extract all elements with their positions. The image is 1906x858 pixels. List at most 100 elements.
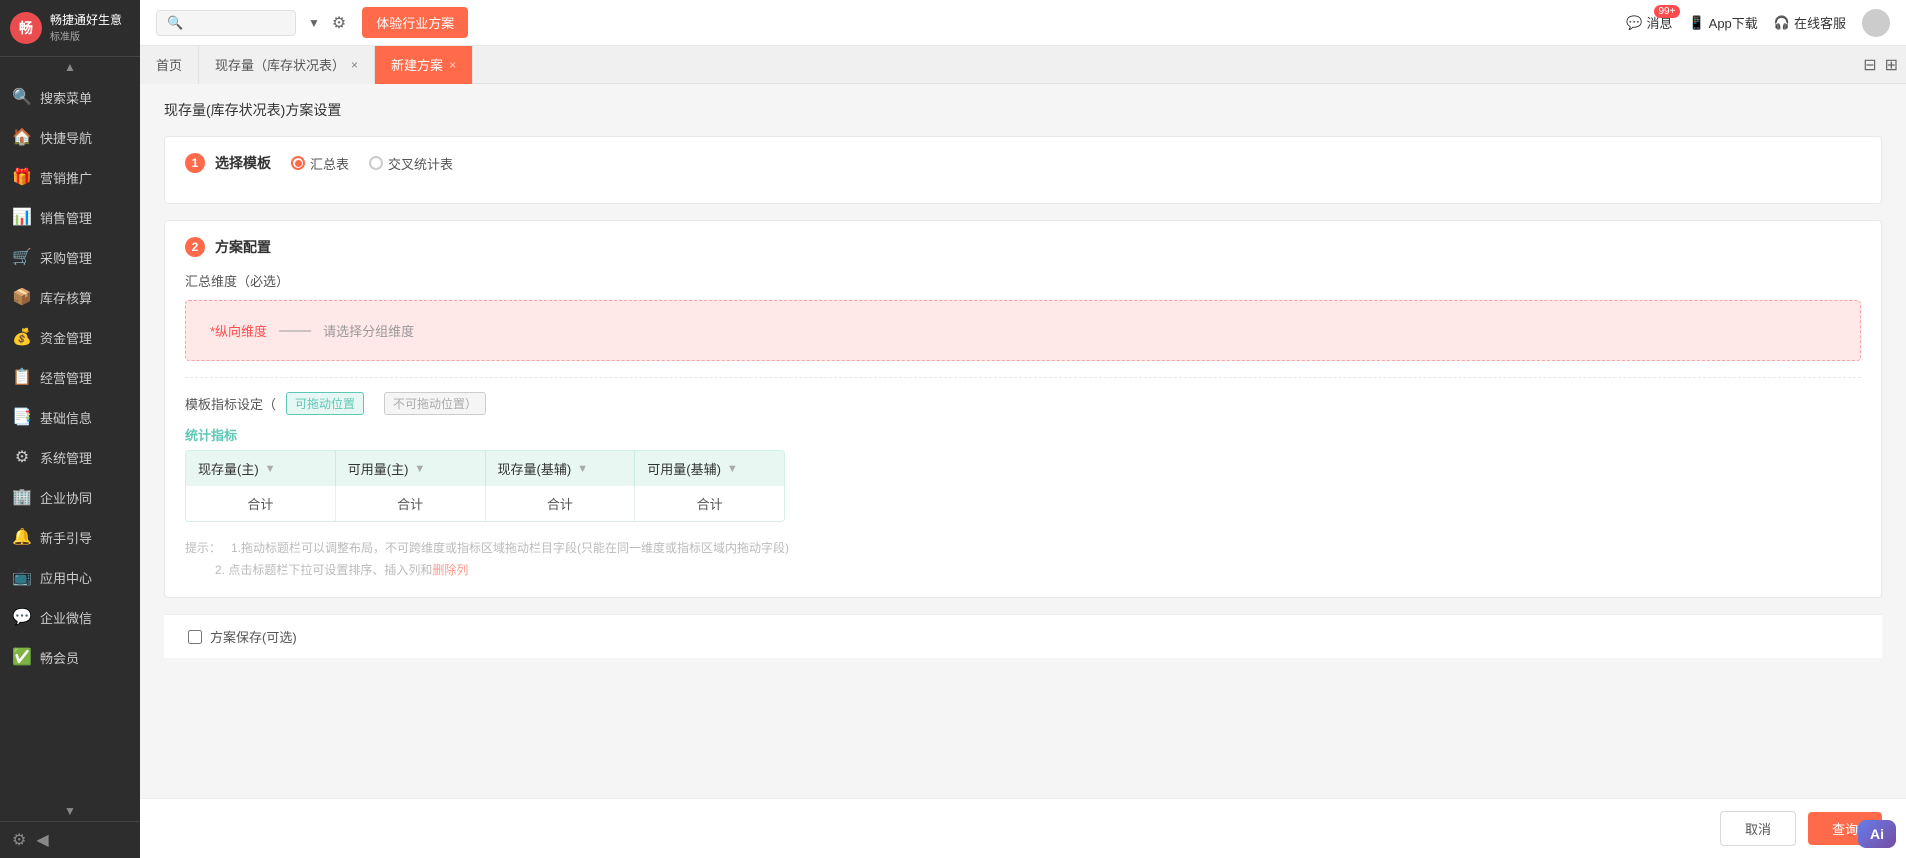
tab-expand-button[interactable]: ⊞ [1885,55,1898,75]
app-name: 畅捷通好生意 [50,13,122,29]
stat-table-header: 现存量(主) ▼ 可用量(主) ▼ 现存量(基辅) ▼ 可用量(基辅) ▼ [186,451,784,486]
sidebar-item-purchase[interactable]: 🛒 采购管理 [0,237,140,277]
stat-col-3-label: 现存量(基辅) [498,459,572,478]
sidebar-footer: ⚙ ◀ [0,821,140,858]
stat-col-2-label: 可用量(主) [348,459,409,478]
sidebar-item-inventory[interactable]: 📦 库存核算 [0,277,140,317]
building-icon: 🏢 [12,487,32,507]
chevron-down-icon-1: ▼ [265,463,276,475]
sidebar-scroll-up[interactable]: ▲ [0,57,140,77]
logo-icon: 畅 [10,12,42,44]
sidebar-item-member[interactable]: ✅ 畅会员 [0,637,140,677]
sidebar-label-purchase: 采购管理 [40,248,92,267]
chevron-down-icon-2: ▼ [414,463,425,475]
stat-table-body: 合计 合计 合计 合计 [186,486,784,521]
message-badge: 99+ [1654,5,1681,18]
ai-badge[interactable]: Ai [1858,820,1896,848]
drag-badge: 可拖动位置 [286,392,364,415]
step1-header: 1 选择模板 汇总表 交叉统计表 [185,153,1861,173]
doc-icon: 📑 [12,407,32,427]
tab-home-label: 首页 [156,55,182,74]
tab-minimize-button[interactable]: ⊟ [1863,55,1876,75]
radio-summary [291,156,305,170]
search-input[interactable] [189,16,279,30]
stat-cell-2: 合计 [336,486,486,521]
option-summary-label: 汇总表 [310,154,349,173]
save-scheme-row: 方案保存(可选) [164,614,1882,658]
money-icon: 💰 [12,327,32,347]
chevron-down-icon-4: ▼ [727,463,738,475]
option-cross[interactable]: 交叉统计表 [369,154,453,173]
tab-close-new-scheme[interactable]: × [449,58,456,72]
page-title: 现存量(库存状况表)方案设置 [164,100,1882,120]
sidebar-item-marketing[interactable]: 🎁 营销推广 [0,157,140,197]
user-profile[interactable] [1862,9,1890,37]
sidebar-logo: 畅 畅捷通好生意 标准版 [0,0,140,57]
gift-icon: 🎁 [12,167,32,187]
stat-col-2[interactable]: 可用量(主) ▼ [336,451,486,486]
stat-cell-3: 合计 [486,486,636,521]
sidebar-label-finance: 资金管理 [40,328,92,347]
save-scheme-checkbox[interactable] [188,630,202,644]
tab-inventory-label: 现存量（库存状况表） [215,55,345,74]
dimension-box: *纵向维度 —— 请选择分组维度 [185,300,1861,361]
tip-highlight: 删除列 [432,563,468,577]
sidebar-item-wechat[interactable]: 💬 企业微信 [0,597,140,637]
sidebar-item-search[interactable]: 🔍 搜索菜单 [0,77,140,117]
radio-cross [369,156,383,170]
stat-col-4[interactable]: 可用量(基辅) ▼ [635,451,784,486]
message-button[interactable]: 💬 消息 99+ [1626,13,1672,32]
gear-icon: ⚙ [12,447,32,467]
bell-icon: 🔔 [12,527,32,547]
option-summary[interactable]: 汇总表 [291,154,349,173]
chart-icon: 📊 [12,207,32,227]
sidebar-item-basic[interactable]: 📑 基础信息 [0,397,140,437]
tab-new-scheme[interactable]: 新建方案 × [375,46,473,84]
dimension-row: *纵向维度 —— 请选择分组维度 [210,321,1836,340]
settings-icon[interactable]: ⚙ [12,830,26,850]
app-label: App下载 [1709,13,1758,32]
app-download-button[interactable]: 📱 App下载 [1688,13,1757,32]
sidebar-item-operations[interactable]: 📋 经营管理 [0,357,140,397]
tip-line-2: 2. 点击标题栏下拉可设置排序、插入列和删除列 [185,560,1861,582]
sidebar-item-guide[interactable]: 🔔 新手引导 [0,517,140,557]
sidebar-label-wechat: 企业微信 [40,608,92,627]
sidebar-label-quicknav: 快捷导航 [40,128,92,147]
tab-home[interactable]: 首页 [140,46,199,84]
stat-col-1[interactable]: 现存量(主) ▼ [186,451,336,486]
topbar-dropdown[interactable]: ▼ [308,16,320,30]
collapse-icon[interactable]: ◀ [36,830,48,850]
step2-header: 2 方案配置 [185,237,1861,257]
save-scheme-label: 方案保存(可选) [210,627,297,646]
tab-inventory-status[interactable]: 现存量（库存状况表） × [199,46,375,84]
sidebar-label-member: 畅会员 [40,648,79,667]
box-icon: 📦 [12,287,32,307]
sidebar-item-apps[interactable]: 📺 应用中心 [0,557,140,597]
tab-close-inventory[interactable]: × [351,58,358,72]
stat-col-3[interactable]: 现存量(基辅) ▼ [486,451,636,486]
stat-col-4-label: 可用量(基辅) [647,459,721,478]
tip-spacer [185,563,212,577]
online-service-button[interactable]: 🎧 在线客服 [1774,13,1846,32]
app-edition: 标准版 [50,28,122,43]
step2-card: 2 方案配置 汇总维度（必选） *纵向维度 —— 请选择分组维度 模板指标设定（… [164,220,1882,598]
trial-button[interactable]: 体验行业方案 [362,7,468,38]
topbar-gear-icon[interactable]: ⚙ [332,13,346,33]
sidebar-item-quicknav[interactable]: 🏠 快捷导航 [0,117,140,157]
sidebar-scroll-down[interactable]: ▼ [0,801,140,821]
operations-icon: 📋 [12,367,32,387]
tips-area: 提示： 1.拖动标题栏可以调整布局，不可跨维度或指标区域拖动栏目字段(只能在同一… [185,538,1861,581]
chevron-down-icon-3: ▼ [577,463,588,475]
sidebar-item-enterprise[interactable]: 🏢 企业协同 [0,477,140,517]
sidebar-item-sales[interactable]: 📊 销售管理 [0,197,140,237]
content-area: 现存量(库存状况表)方案设置 1 选择模板 汇总表 交叉统计表 [140,84,1906,798]
tabs-bar: 首页 现存量（库存状况表） × 新建方案 × ⊟ ⊞ [140,46,1906,84]
sidebar-item-finance[interactable]: 💰 资金管理 [0,317,140,357]
sidebar-item-system[interactable]: ⚙ 系统管理 [0,437,140,477]
cancel-button[interactable]: 取消 [1720,811,1796,846]
tv-icon: 📺 [12,567,32,587]
sidebar-label-search: 搜索菜单 [40,88,92,107]
search-icon: 🔍 [12,87,32,107]
stat-section-label: 统计指标 [185,425,1861,444]
sidebar: 畅 畅捷通好生意 标准版 ▲ 🔍 搜索菜单 🏠 快捷导航 🎁 营销推广 📊 销售… [0,0,140,858]
